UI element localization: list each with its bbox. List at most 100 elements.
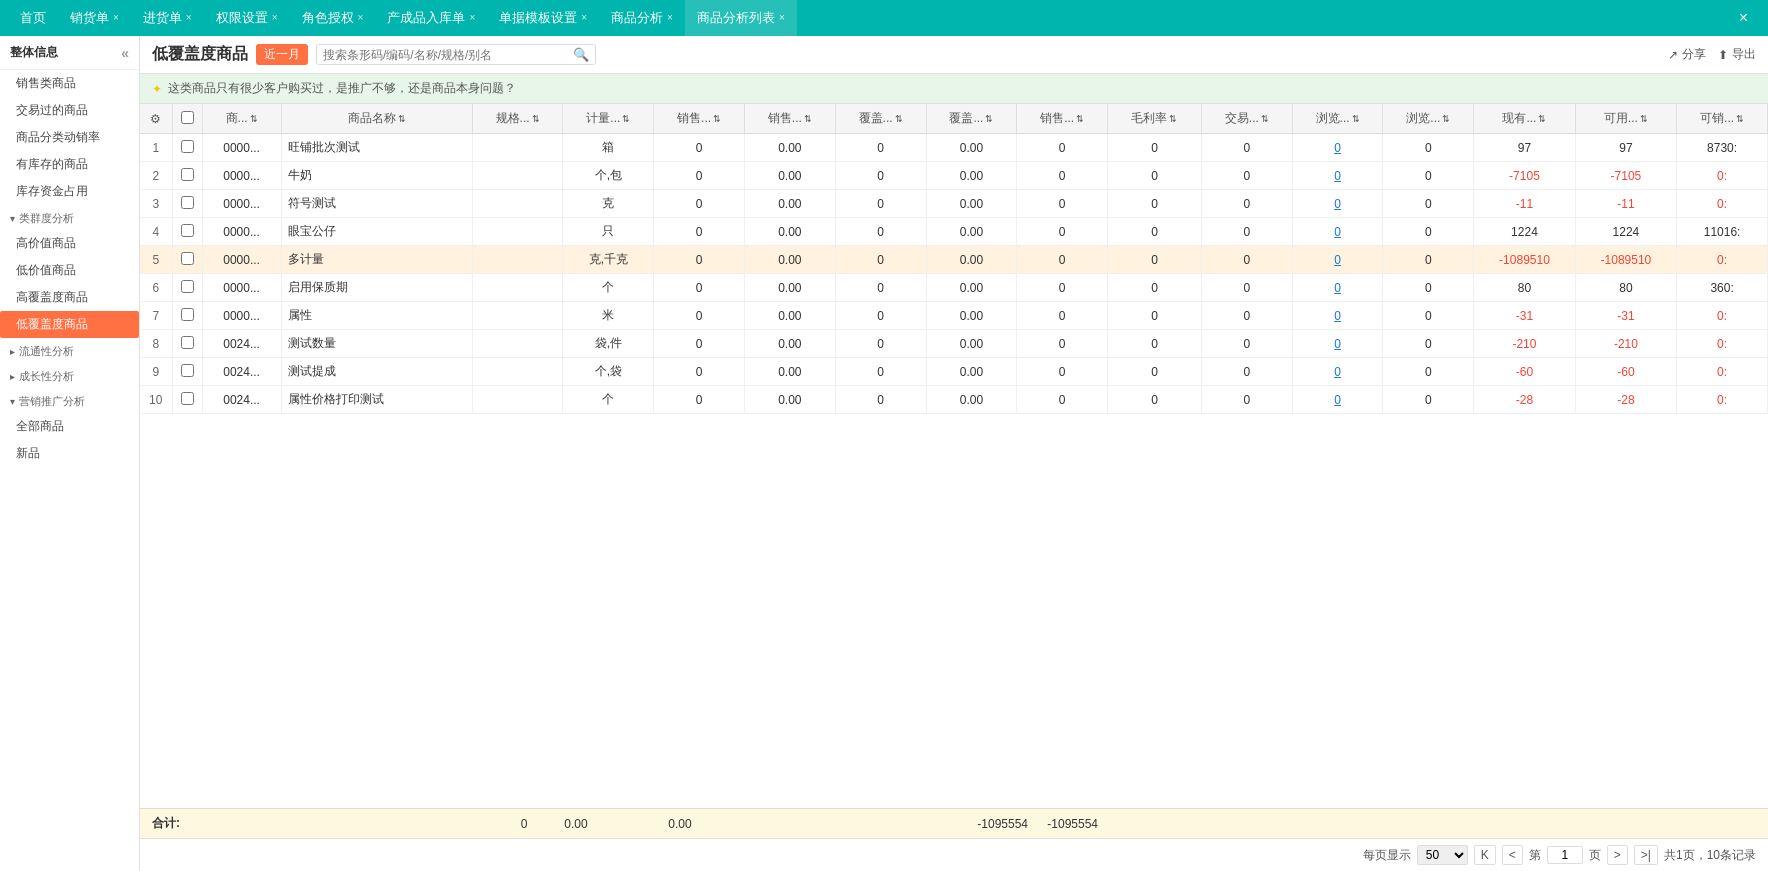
nav-analysis-list[interactable]: 商品分析列表 × xyxy=(685,0,797,36)
col-browse1[interactable]: 浏览...⇅ xyxy=(1292,104,1383,134)
info-bar: ✦ 这类商品只有很少客户购买过，是推广不够，还是商品本身问题？ xyxy=(140,74,1768,104)
window-close-button[interactable]: × xyxy=(1727,9,1760,27)
row-checkbox[interactable] xyxy=(172,386,202,414)
sidebar-section-marketing[interactable]: ▾ 营销推广分析 xyxy=(0,388,139,413)
row-checkbox[interactable] xyxy=(172,358,202,386)
last-page-button[interactable]: >| xyxy=(1634,845,1658,865)
col-unit[interactable]: 计量...⇅ xyxy=(563,104,654,134)
row-browse1[interactable]: 0 xyxy=(1292,386,1383,414)
row-browse1[interactable]: 0 xyxy=(1292,302,1383,330)
sidebar-section-profit[interactable]: ▸ 流通性分析 xyxy=(0,338,139,363)
export-button[interactable]: ⬆ 导出 xyxy=(1718,46,1756,63)
row-checkbox[interactable] xyxy=(172,218,202,246)
col-sales-count[interactable]: 销售...⇅ xyxy=(1017,104,1108,134)
row-checkbox[interactable] xyxy=(172,134,202,162)
sidebar-item-low-value[interactable]: 低价值商品 xyxy=(0,257,139,284)
col-code[interactable]: 商...⇅ xyxy=(202,104,281,134)
row-checkbox[interactable] xyxy=(172,330,202,358)
sidebar-item-traded-products[interactable]: 交易过的商品 xyxy=(0,97,139,124)
row-spec xyxy=(472,246,563,274)
nav-analysis[interactable]: 商品分析 × xyxy=(599,0,685,36)
col-cov1[interactable]: 覆盖...⇅ xyxy=(835,104,926,134)
sidebar-section-growth[interactable]: ▸ 成长性分析 xyxy=(0,363,139,388)
sidebar-item-stock-capital[interactable]: 库存资金占用 xyxy=(0,178,139,205)
col-name[interactable]: 商品名称⇅ xyxy=(281,104,472,134)
close-roles-icon[interactable]: × xyxy=(358,0,364,36)
col-sales-qty[interactable]: 销售...⇅ xyxy=(654,104,745,134)
first-page-button[interactable]: K xyxy=(1474,845,1496,865)
nav-permissions[interactable]: 权限设置 × xyxy=(204,0,290,36)
row-cov1: 0 xyxy=(835,274,926,302)
row-gross-margin: 0 xyxy=(1108,358,1202,386)
time-filter-button[interactable]: 近一月 xyxy=(256,44,308,65)
row-browse1[interactable]: 0 xyxy=(1292,190,1383,218)
col-settings[interactable]: ⚙ xyxy=(140,104,172,134)
col-spec[interactable]: 规格...⇅ xyxy=(472,104,563,134)
col-checkbox[interactable] xyxy=(172,104,202,134)
search-input[interactable] xyxy=(323,48,569,62)
sidebar-item-new-products[interactable]: 新品 xyxy=(0,440,139,467)
row-browse1[interactable]: 0 xyxy=(1292,218,1383,246)
row-browse1[interactable]: 0 xyxy=(1292,274,1383,302)
sidebar-item-sales-products[interactable]: 销售类商品 xyxy=(0,70,139,97)
sidebar-item-high-value[interactable]: 高价值商品 xyxy=(0,230,139,257)
sidebar-item-sales-growth[interactable]: 商品分类动销率 xyxy=(0,124,139,151)
search-icon[interactable]: 🔍 xyxy=(573,47,589,62)
table-container[interactable]: ⚙ 商...⇅ 商品名称⇅ 规格...⇅ 计量...⇅ 销售...⇅ 销售...… xyxy=(140,104,1768,808)
nav-products-entry[interactable]: 产成品入库单 × xyxy=(375,0,487,36)
close-permissions-icon[interactable]: × xyxy=(272,0,278,36)
page-number-input[interactable] xyxy=(1547,846,1583,864)
row-browse1[interactable]: 0 xyxy=(1292,162,1383,190)
col-current-stock[interactable]: 现有...⇅ xyxy=(1474,104,1575,134)
sidebar-section-coverage[interactable]: ▾ 类群度分析 xyxy=(0,205,139,230)
col-cov2[interactable]: 覆盖...⇅ xyxy=(926,104,1017,134)
chevron-down-icon: ▾ xyxy=(10,213,15,224)
sidebar-item-high-coverage[interactable]: 高覆盖度商品 xyxy=(0,284,139,311)
row-num: 9 xyxy=(140,358,172,386)
row-sellable: 0: xyxy=(1677,302,1768,330)
col-sellable[interactable]: 可销...⇅ xyxy=(1677,104,1768,134)
close-purchase-icon[interactable]: × xyxy=(186,0,192,36)
close-products-entry-icon[interactable]: × xyxy=(469,0,475,36)
row-checkbox[interactable] xyxy=(172,162,202,190)
nav-home[interactable]: 首页 xyxy=(8,0,58,36)
row-browse1[interactable]: 0 xyxy=(1292,330,1383,358)
row-checkbox[interactable] xyxy=(172,246,202,274)
row-browse1[interactable]: 0 xyxy=(1292,134,1383,162)
sidebar-collapse-button[interactable]: « xyxy=(121,45,129,61)
nav-purchase[interactable]: 进货单 × xyxy=(131,0,204,36)
row-browse1[interactable]: 0 xyxy=(1292,358,1383,386)
sidebar-item-all-products[interactable]: 全部商品 xyxy=(0,413,139,440)
nav-sales[interactable]: 销货单 × xyxy=(58,0,131,36)
row-browse1[interactable]: 0 xyxy=(1292,246,1383,274)
sidebar-item-in-stock[interactable]: 有库存的商品 xyxy=(0,151,139,178)
row-sales-amt: 0.00 xyxy=(744,302,835,330)
row-sales-qty: 0 xyxy=(654,386,745,414)
col-sales-amt[interactable]: 销售...⇅ xyxy=(744,104,835,134)
row-cov2: 0.00 xyxy=(926,134,1017,162)
row-cov1: 0 xyxy=(835,134,926,162)
col-browse2[interactable]: 浏览...⇅ xyxy=(1383,104,1474,134)
prev-page-button[interactable]: < xyxy=(1502,845,1523,865)
select-all-checkbox[interactable] xyxy=(181,111,194,124)
close-analysis-icon[interactable]: × xyxy=(667,0,673,36)
row-gross-margin: 0 xyxy=(1108,162,1202,190)
close-analysis-list-icon[interactable]: × xyxy=(779,0,785,36)
row-sales-qty: 0 xyxy=(654,274,745,302)
row-checkbox[interactable] xyxy=(172,274,202,302)
next-page-button[interactable]: > xyxy=(1607,845,1628,865)
col-available[interactable]: 可用...⇅ xyxy=(1575,104,1676,134)
sidebar-item-low-coverage[interactable]: 低覆盖度商品 xyxy=(0,311,139,338)
col-transaction[interactable]: 交易...⇅ xyxy=(1201,104,1292,134)
nav-roles[interactable]: 角色授权 × xyxy=(290,0,376,36)
close-templates-icon[interactable]: × xyxy=(581,0,587,36)
col-gross-margin[interactable]: 毛利率⇅ xyxy=(1108,104,1202,134)
nav-templates[interactable]: 单据模板设置 × xyxy=(487,0,599,36)
share-button[interactable]: ↗ 分享 xyxy=(1668,46,1706,63)
settings-icon[interactable]: ⚙ xyxy=(150,112,161,126)
row-checkbox[interactable] xyxy=(172,190,202,218)
page-size-select[interactable]: 50 20 100 xyxy=(1417,845,1468,865)
close-sales-icon[interactable]: × xyxy=(113,0,119,36)
row-checkbox[interactable] xyxy=(172,302,202,330)
total-sales-amt: 0.00 xyxy=(550,817,602,831)
